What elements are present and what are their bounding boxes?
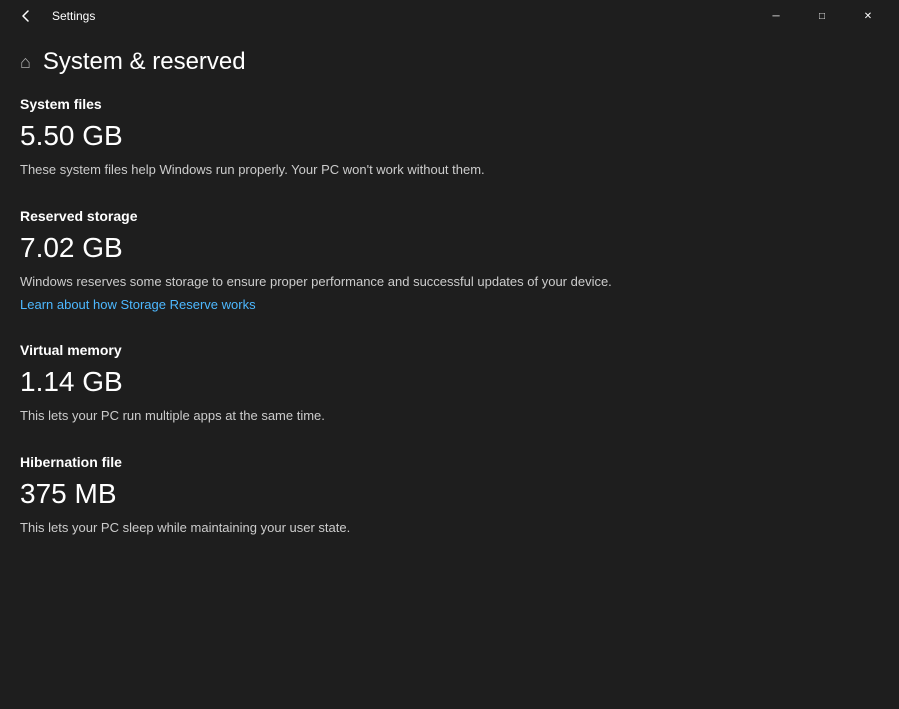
minimize-button[interactable]: ─	[753, 0, 799, 32]
reserved-storage-title: Reserved storage	[20, 208, 879, 224]
back-button[interactable]	[12, 2, 40, 30]
hibernation-file-description: This lets your PC sleep while maintainin…	[20, 518, 700, 538]
system-files-size: 5.50 GB	[20, 120, 879, 152]
hibernation-file-title: Hibernation file	[20, 454, 879, 470]
title-bar-title: Settings	[52, 9, 95, 23]
title-bar-controls: ─ □ ✕	[753, 0, 891, 32]
title-bar-left: Settings	[12, 2, 95, 30]
maximize-button[interactable]: □	[799, 0, 845, 32]
content-area: System files 5.50 GB These system files …	[0, 96, 899, 585]
hibernation-file-size: 375 MB	[20, 478, 879, 510]
reserved-storage-description: Windows reserves some storage to ensure …	[20, 272, 700, 292]
system-files-description: These system files help Windows run prop…	[20, 160, 700, 180]
storage-reserve-link[interactable]: Learn about how Storage Reserve works	[20, 297, 256, 312]
close-button[interactable]: ✕	[845, 0, 891, 32]
reserved-storage-section: Reserved storage 7.02 GB Windows reserve…	[20, 208, 879, 315]
system-files-section: System files 5.50 GB These system files …	[20, 96, 879, 180]
title-bar: Settings ─ □ ✕	[0, 0, 899, 32]
virtual-memory-size: 1.14 GB	[20, 366, 879, 398]
hibernation-file-section: Hibernation file 375 MB This lets your P…	[20, 454, 879, 538]
reserved-storage-size: 7.02 GB	[20, 232, 879, 264]
home-icon: ⌂	[20, 52, 31, 73]
virtual-memory-description: This lets your PC run multiple apps at t…	[20, 406, 700, 426]
page-header: ⌂ System & reserved	[0, 32, 899, 96]
virtual-memory-section: Virtual memory 1.14 GB This lets your PC…	[20, 342, 879, 426]
system-files-title: System files	[20, 96, 879, 112]
virtual-memory-title: Virtual memory	[20, 342, 879, 358]
page-title: System & reserved	[43, 48, 246, 76]
